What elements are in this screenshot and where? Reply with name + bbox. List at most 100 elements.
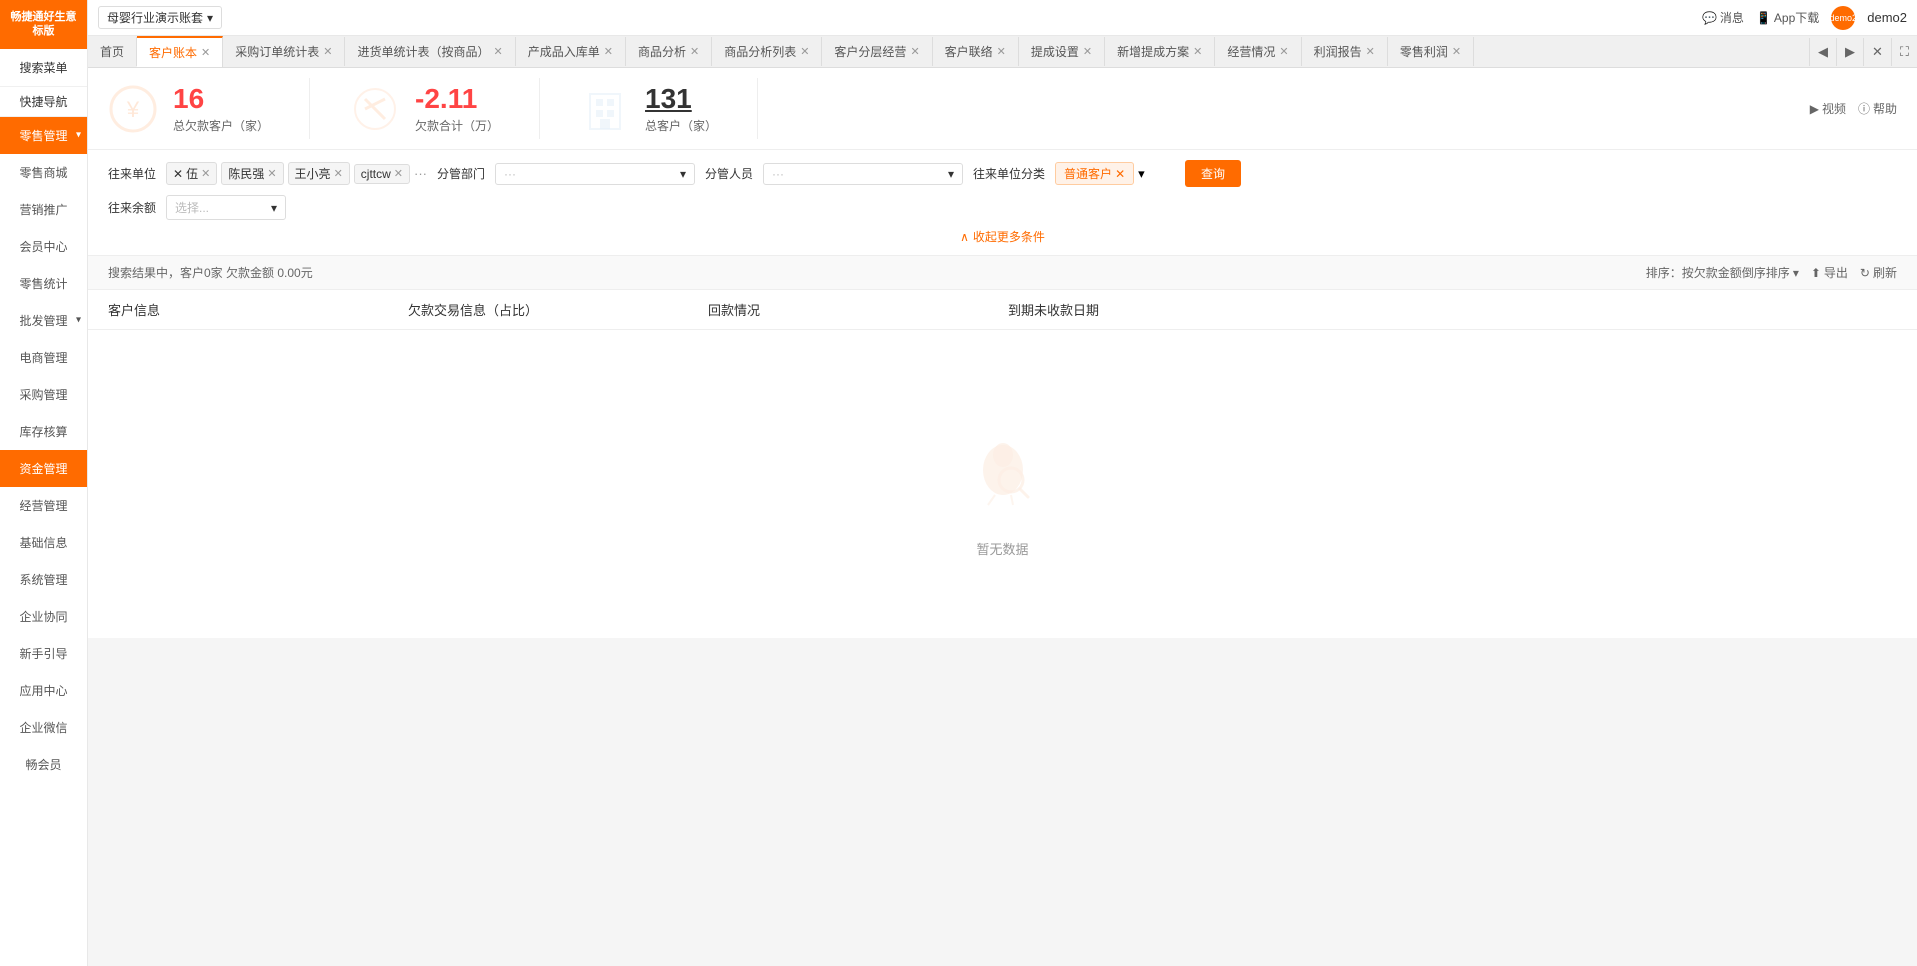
sidebar-item-retail-stats[interactable]: 零售统计	[0, 265, 87, 302]
tab-customer-tier[interactable]: 客户分层经营 ✕	[822, 37, 932, 66]
workspace-selector[interactable]: 母婴行业演示账套 ▾	[98, 6, 222, 29]
sidebar-item-inventory-check[interactable]: 库存核算	[0, 413, 87, 450]
topbar-left: 母婴行业演示账套 ▾	[98, 6, 222, 29]
sidebar-item-ecommerce-mgmt[interactable]: 电商管理	[0, 339, 87, 376]
table-header: 客户信息 欠款交易信息（占比） 回款情况 到期未收款日期	[88, 290, 1917, 330]
sidebar-item-basic-info[interactable]: 基础信息	[0, 524, 87, 561]
refresh-button[interactable]: ↻ 刷新	[1860, 264, 1897, 281]
th-debt-info: 欠款交易信息（占比）	[408, 300, 708, 319]
customer-accounts-page: ¥ 16 总欠款客户（家）	[88, 68, 1917, 638]
tab-prev-btn[interactable]: ◀	[1809, 38, 1836, 66]
filter-tag-chen-close[interactable]: ✕	[267, 167, 276, 180]
filter-tags-more[interactable]: ···	[414, 166, 427, 181]
tab-close-customer-contact[interactable]: ✕	[997, 45, 1006, 58]
tab-close-cost-inbound[interactable]: ✕	[604, 45, 613, 58]
tab-close-new-promotion-plan[interactable]: ✕	[1193, 45, 1202, 58]
tab-profit-report[interactable]: 利润报告 ✕	[1302, 37, 1388, 66]
tab-new-promotion-plan[interactable]: 新增提成方案 ✕	[1105, 37, 1215, 66]
tab-purchase-orders[interactable]: 采购订单统计表 ✕	[223, 37, 345, 66]
tab-next-btn[interactable]: ▶	[1836, 38, 1863, 66]
sidebar-item-new-guide[interactable]: 新手引导	[0, 635, 87, 672]
sidebar-item-purchase-mgmt[interactable]: 采购管理	[0, 376, 87, 413]
tab-close-customer-tier[interactable]: ✕	[910, 45, 919, 58]
tab-close-profit-report[interactable]: ✕	[1366, 45, 1375, 58]
tab-cost-inbound[interactable]: 产成品入库单 ✕	[516, 37, 626, 66]
filter-tag-qiu: ✕ 伍 ✕	[166, 162, 217, 185]
page-content: ¥ 16 总欠款客户（家）	[88, 68, 1917, 966]
filter-tag-qiu-close[interactable]: ✕	[201, 167, 210, 180]
avatar[interactable]: demo2	[1831, 6, 1855, 30]
chevron-up-icon: ∧	[960, 230, 969, 244]
sidebar-item-enterprise-coop[interactable]: 企业协同	[0, 598, 87, 635]
tab-product-analysis-list[interactable]: 商品分析列表 ✕	[712, 37, 822, 66]
filter-tag-cj-close[interactable]: ✕	[394, 167, 403, 180]
th-customer-info: 客户信息	[108, 300, 408, 319]
collapse-button[interactable]: ∧ 收起更多条件	[108, 228, 1897, 245]
tab-close-retail-profit[interactable]: ✕	[1452, 45, 1461, 58]
tab-home[interactable]: 首页	[88, 37, 137, 66]
company-filter-tags: ✕ 伍 ✕ 陈民强 ✕ 王小亮 ✕ cjttcw	[166, 162, 427, 185]
sidebar-item-enterprise-wechat[interactable]: 企业微信	[0, 709, 87, 746]
sidebar-item-system-mgmt[interactable]: 系统管理	[0, 561, 87, 598]
chevron-down-icon-bal: ▾	[271, 201, 277, 215]
username-label: demo2	[1867, 10, 1907, 25]
tab-retail-profit[interactable]: 零售利润 ✕	[1388, 37, 1474, 66]
sort-label: 排序：按欠款金额倒序排序	[1646, 264, 1790, 281]
balance-filter-select[interactable]: 选择... ▾	[166, 195, 286, 220]
sidebar-item-retail-mall[interactable]: 零售商城	[0, 154, 87, 191]
filter-tag-wang-close[interactable]: ✕	[334, 167, 343, 180]
sidebar-item-finance-mgmt[interactable]: 资金管理	[0, 450, 87, 487]
chevron-down-icon-cat: ▾	[1138, 166, 1145, 182]
balance-filter-label: 往来余额	[108, 199, 156, 216]
phone-icon: 📱	[1756, 11, 1771, 25]
tab-close-all-btn[interactable]: ✕	[1863, 38, 1891, 66]
department-filter-select[interactable]: ··· ▾	[495, 163, 695, 185]
filter-row-1: 往来单位 ✕ 伍 ✕ 陈民强 ✕ 王小亮 ✕	[108, 160, 1897, 187]
stats-bar: ¥ 16 总欠款客户（家）	[88, 68, 1917, 150]
query-button[interactable]: 查询	[1185, 160, 1241, 187]
tab-close-business-situation[interactable]: ✕	[1279, 45, 1288, 58]
empty-icon	[953, 410, 1053, 529]
sidebar-item-operations-mgmt[interactable]: 经营管理	[0, 487, 87, 524]
filter-tag-cj: cjttcw ✕	[354, 164, 410, 184]
tab-customer-contact[interactable]: 客户联络 ✕	[933, 37, 1019, 66]
tab-business-situation[interactable]: 经营情况 ✕	[1215, 37, 1301, 66]
manager-filter-select[interactable]: ··· ▾	[763, 163, 963, 185]
tab-close-product-analysis[interactable]: ✕	[690, 45, 699, 58]
filter-tag-chen: 陈民强 ✕	[221, 162, 283, 185]
tab-close-inventory-stats[interactable]: ✕	[494, 45, 503, 58]
video-help-btn[interactable]: ▶ 视频	[1810, 100, 1846, 117]
tab-product-analysis[interactable]: 商品分析 ✕	[626, 37, 712, 66]
empty-text: 暂无数据	[976, 539, 1028, 558]
export-button[interactable]: ⬆ 导出	[1811, 264, 1848, 281]
stat-debt-amount-label: 欠款合计（万）	[415, 117, 499, 134]
category-filter-tags: 普通客户 ✕ ▾	[1055, 162, 1175, 185]
tab-customer-accounts[interactable]: 客户账本 ✕	[137, 36, 223, 67]
tab-close-product-analysis-list[interactable]: ✕	[800, 45, 809, 58]
refresh-icon: ↻	[1860, 266, 1870, 280]
sort-select[interactable]: 排序：按欠款金额倒序排序 ▾	[1646, 264, 1799, 281]
tab-close-customer-accounts[interactable]: ✕	[201, 46, 210, 59]
sidebar-item-wholesale-mgmt[interactable]: 批发管理	[0, 302, 87, 339]
sidebar-item-quick-nav[interactable]: 快捷导航	[0, 87, 87, 117]
th-repayment: 回款情况	[708, 300, 1008, 319]
help-btn[interactable]: ⓘ 帮助	[1858, 100, 1897, 117]
sidebar-item-marketing[interactable]: 营销推广	[0, 191, 87, 228]
sidebar-item-retail-mgmt[interactable]: 零售管理	[0, 117, 87, 154]
tab-close-promotion-settings[interactable]: ✕	[1083, 45, 1092, 58]
tab-inventory-stats[interactable]: 进货单统计表（按商品） ✕	[345, 37, 515, 66]
stat-debt-amount-value: -2.11	[415, 83, 499, 115]
filter-tag-normal-customer-close[interactable]: ✕	[1115, 167, 1125, 181]
sidebar-logo[interactable]: 畅捷通好生意 标版	[0, 0, 87, 49]
messages-button[interactable]: 💬 消息	[1702, 9, 1744, 26]
stat-debt-customers-value: 16	[173, 83, 269, 115]
tab-close-purchase-orders[interactable]: ✕	[323, 45, 332, 58]
tab-promotion-settings[interactable]: 提成设置 ✕	[1019, 37, 1105, 66]
sidebar-item-app-center[interactable]: 应用中心	[0, 672, 87, 709]
tab-maximize-btn[interactable]: ⛶	[1891, 38, 1917, 66]
sidebar-item-search[interactable]: 搜索菜单	[0, 49, 87, 87]
th-overdue-date: 到期未收款日期	[1008, 300, 1897, 319]
sidebar-item-vip-member[interactable]: 畅会员	[0, 746, 87, 783]
sidebar-item-member-center[interactable]: 会员中心	[0, 228, 87, 265]
app-download-button[interactable]: 📱 App下载	[1756, 9, 1819, 26]
